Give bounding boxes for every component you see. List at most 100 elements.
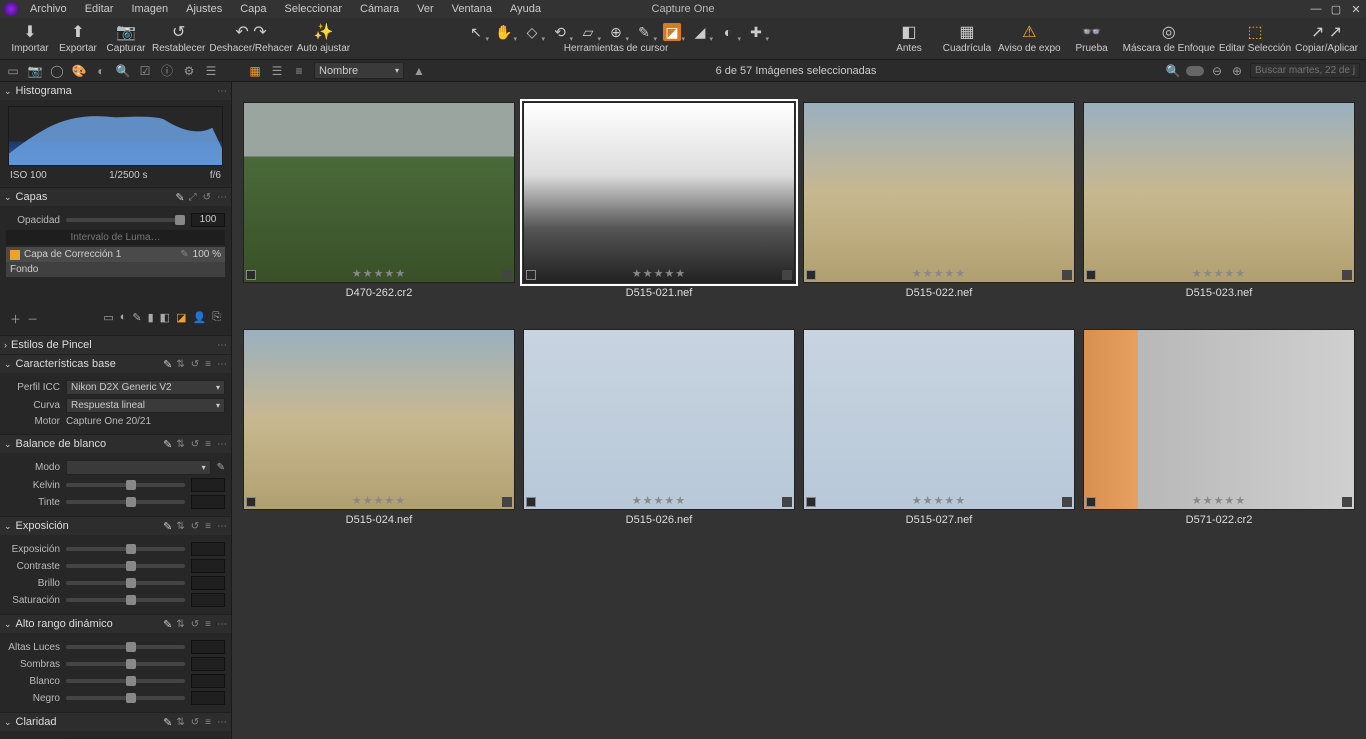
list-view-icon[interactable]: ☰ bbox=[270, 64, 284, 78]
toolbar-deshacer-rehacer[interactable]: ↶ ↷Deshacer/Rehacer bbox=[209, 23, 292, 54]
expand-icon[interactable]: › bbox=[4, 340, 7, 350]
reset-icon[interactable]: ↺ bbox=[191, 521, 199, 532]
wb-slider[interactable] bbox=[66, 483, 185, 487]
reset-icon[interactable]: ↺ bbox=[191, 439, 199, 450]
zoom-in-icon[interactable]: ⊕ bbox=[1230, 64, 1244, 78]
color-tag[interactable] bbox=[502, 270, 512, 280]
panel-menu-icon[interactable]: ⋯ bbox=[217, 521, 227, 532]
remove-layer-icon[interactable]: － bbox=[27, 311, 38, 327]
color-tag[interactable] bbox=[502, 497, 512, 507]
mask-grad-icon[interactable]: ◧ bbox=[160, 311, 170, 327]
thumbnail[interactable]: ★★★★★D515-022.nef bbox=[803, 102, 1075, 299]
base-select[interactable]: Nikon D2X Generic V2▾ bbox=[66, 380, 225, 395]
rating-stars[interactable]: ★★★★★ bbox=[804, 494, 1074, 507]
hand-tool-icon[interactable]: ✋▾ bbox=[495, 23, 513, 41]
preset-icon[interactable]: ≡ bbox=[205, 619, 211, 630]
library-tab-icon[interactable]: ▭ bbox=[6, 64, 20, 78]
check-tab-icon[interactable]: ☑ bbox=[138, 64, 152, 78]
value-box[interactable] bbox=[191, 495, 225, 509]
opacity-slider[interactable] bbox=[66, 218, 185, 222]
eraser-tool-icon[interactable]: ◪▾ bbox=[663, 23, 681, 41]
filter-search-icon[interactable]: 🔍 bbox=[1166, 64, 1180, 78]
value-box[interactable] bbox=[191, 640, 225, 654]
minimize-button[interactable]: — bbox=[1310, 3, 1322, 16]
luma-range-button[interactable]: Intervalo de Luma… bbox=[6, 230, 225, 245]
layer-row[interactable]: Capa de Corrección 1✎100 % bbox=[6, 247, 225, 262]
panel-menu-icon[interactable]: ⋯ bbox=[217, 439, 227, 450]
value-box[interactable] bbox=[191, 674, 225, 688]
search-input[interactable] bbox=[1250, 63, 1360, 78]
list-tab-icon[interactable]: ☰ bbox=[204, 64, 218, 78]
collapse-icon[interactable]: ⌄ bbox=[4, 717, 12, 728]
toolbar-restablecer[interactable]: ↺Restablecer bbox=[152, 23, 205, 54]
menu-archivo[interactable]: Archivo bbox=[22, 1, 75, 17]
preset-icon[interactable]: ≡ bbox=[205, 359, 211, 370]
copy-icon[interactable]: ⇅ bbox=[176, 521, 184, 532]
radial-tool-icon[interactable]: ◐▾ bbox=[719, 23, 737, 41]
color-tag[interactable] bbox=[1342, 497, 1352, 507]
hdr-slider[interactable] bbox=[66, 696, 185, 700]
rating-stars[interactable]: ★★★★★ bbox=[524, 267, 794, 280]
menu-ventana[interactable]: Ventana bbox=[444, 1, 500, 17]
panel-menu-icon[interactable]: ⋯ bbox=[217, 86, 227, 97]
search-tab-icon[interactable]: 🔍 bbox=[116, 64, 130, 78]
edit-icon[interactable]: ✎ bbox=[163, 438, 172, 451]
toolbar-aviso-de-expo[interactable]: ⚠Aviso de expo bbox=[998, 23, 1061, 54]
close-button[interactable]: ✕ bbox=[1350, 3, 1362, 16]
edit-icon[interactable]: ✎ bbox=[163, 520, 172, 533]
collapse-icon[interactable]: ⌄ bbox=[4, 619, 12, 630]
value-box[interactable] bbox=[191, 691, 225, 705]
pen-tool-icon[interactable]: ✎▾ bbox=[635, 23, 653, 41]
layer-row[interactable]: Fondo bbox=[6, 262, 225, 277]
mask-copy-icon[interactable]: ⎘ bbox=[212, 311, 221, 327]
reset-icon[interactable]: ↺ bbox=[191, 717, 199, 728]
panel-menu-icon[interactable]: ⋯ bbox=[217, 619, 227, 630]
panel-menu-icon[interactable]: ⋯ bbox=[217, 717, 227, 728]
value-box[interactable] bbox=[191, 542, 225, 556]
collapse-icon[interactable]: ⌄ bbox=[4, 86, 12, 97]
value-box[interactable] bbox=[191, 657, 225, 671]
value-box[interactable] bbox=[191, 478, 225, 492]
rating-stars[interactable]: ★★★★★ bbox=[1084, 267, 1354, 280]
color-tab-icon[interactable]: 🎨 bbox=[72, 64, 86, 78]
rating-stars[interactable]: ★★★★★ bbox=[244, 267, 514, 280]
keystone-tool-icon[interactable]: ▱▾ bbox=[579, 23, 597, 41]
toolbar-prueba[interactable]: 👓Prueba bbox=[1065, 23, 1119, 54]
copy-icon[interactable]: ⇅ bbox=[176, 359, 184, 370]
picker-icon[interactable]: ✎ bbox=[217, 462, 225, 473]
toolbar-editar-selecci-n[interactable]: ⬚Editar Selección bbox=[1219, 23, 1291, 54]
menu-ver[interactable]: Ver bbox=[409, 1, 442, 17]
thumbnail[interactable]: ★★★★★D515-024.nef bbox=[243, 329, 515, 526]
thumbnail[interactable]: ★★★★★D515-023.nef bbox=[1083, 102, 1355, 299]
toolbar-m-scara-de-enfoque[interactable]: ◎Máscara de Enfoque bbox=[1123, 23, 1215, 54]
panel-menu-icon[interactable]: ⋯ bbox=[217, 340, 227, 351]
collapse-icon[interactable]: ⌄ bbox=[4, 439, 12, 450]
brush-edit-icon[interactable]: ✎ bbox=[175, 191, 184, 204]
hdr-slider[interactable] bbox=[66, 679, 185, 683]
color-tag[interactable] bbox=[1342, 270, 1352, 280]
reset-icon[interactable]: ↺ bbox=[191, 619, 199, 630]
maximize-button[interactable]: ▢ bbox=[1330, 3, 1342, 16]
edit-icon[interactable]: ✎ bbox=[163, 716, 172, 729]
panel-menu-icon[interactable]: ⋯ bbox=[217, 359, 227, 370]
settings-tab-icon[interactable]: ⚙ bbox=[182, 64, 196, 78]
menu-capa[interactable]: Capa bbox=[232, 1, 274, 17]
toolbar-antes[interactable]: ◧Antes bbox=[882, 23, 936, 54]
reset-icon[interactable]: ↺ bbox=[191, 359, 199, 370]
menu-cámara[interactable]: Cámara bbox=[352, 1, 407, 17]
toolbar-exportar[interactable]: ⬆Exportar bbox=[56, 23, 100, 54]
color-tag[interactable] bbox=[782, 270, 792, 280]
thumbnail[interactable]: ★★★★★D470-262.cr2 bbox=[243, 102, 515, 299]
menu-seleccionar[interactable]: Seleccionar bbox=[277, 1, 350, 17]
exposure-slider[interactable] bbox=[66, 581, 185, 585]
toolbar-cuadr-cula[interactable]: ▦Cuadrícula bbox=[940, 23, 994, 54]
mask-erase-icon[interactable]: ◪ bbox=[176, 311, 186, 327]
panel-menu-icon[interactable]: ⋯ bbox=[217, 192, 227, 203]
menu-ayuda[interactable]: Ayuda bbox=[502, 1, 549, 17]
sort-select[interactable]: Nombre▾ bbox=[314, 62, 404, 79]
crop-tool-icon[interactable]: ◇▾ bbox=[523, 23, 541, 41]
mask-person-icon[interactable]: 👤 bbox=[192, 311, 206, 327]
exposure-slider[interactable] bbox=[66, 564, 185, 568]
toolbar-auto-ajustar[interactable]: ✨Auto ajustar bbox=[297, 23, 350, 54]
filter-pill[interactable] bbox=[1186, 66, 1204, 76]
